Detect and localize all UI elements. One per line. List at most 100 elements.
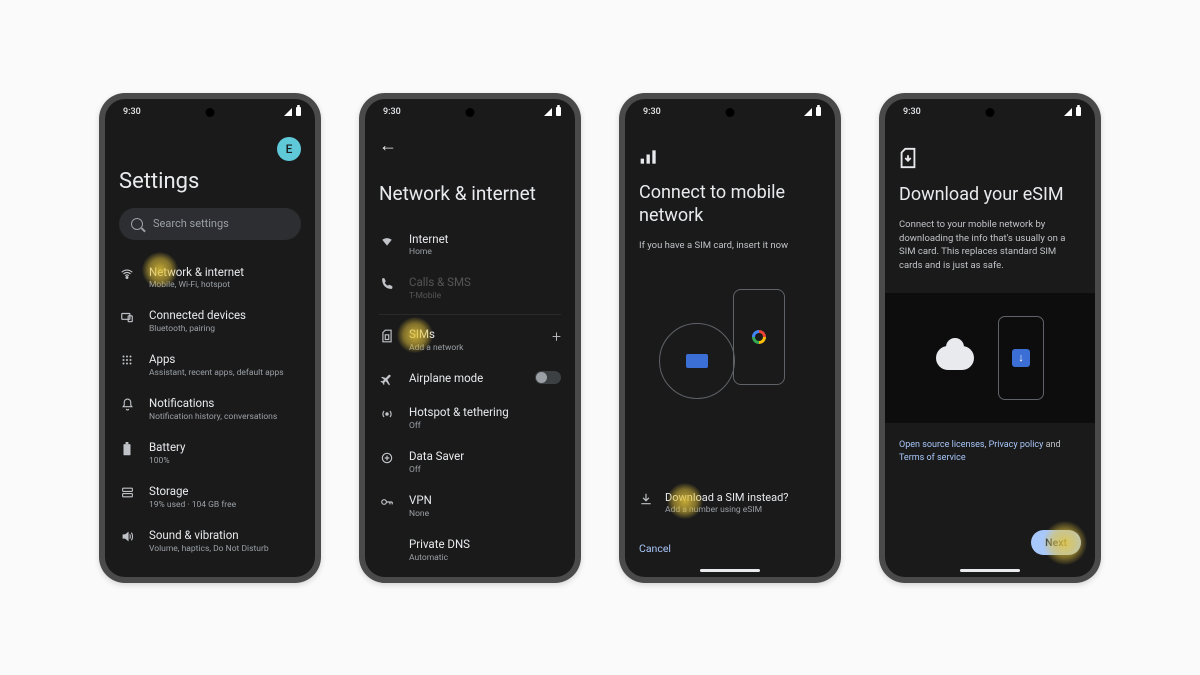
page-title: Connect to mobile network: [639, 181, 821, 228]
add-sim-button[interactable]: +: [552, 327, 561, 346]
home-indicator[interactable]: [700, 569, 760, 572]
item-sub: Automatic: [409, 553, 561, 563]
item-sub: None: [409, 509, 561, 519]
item-sub: 19% used · 104 GB free: [149, 500, 301, 510]
signal-icon: [1064, 108, 1072, 116]
phone-icon: [379, 275, 395, 290]
screen: 9:30 ← Network & internet InternetHome C…: [365, 99, 575, 577]
illustration: [655, 279, 805, 419]
page-title: Settings: [119, 169, 301, 194]
airplane-icon: [379, 371, 395, 387]
wifi-icon: [119, 265, 135, 281]
sim-icon: [379, 327, 395, 343]
screen: 9:30 Download your eSIM Connect to your …: [885, 99, 1095, 577]
link-terms[interactable]: Terms of service: [899, 453, 966, 463]
signal-icon: [804, 108, 812, 116]
download-label: Download a SIM instead?: [665, 491, 789, 504]
settings-item-battery[interactable]: Battery100%: [119, 431, 301, 475]
download-badge-icon: ↓: [1012, 349, 1030, 367]
apps-icon: [119, 352, 135, 366]
hotspot-icon: [379, 405, 395, 421]
cancel-button[interactable]: Cancel: [639, 542, 671, 555]
network-item-airplane[interactable]: Airplane mode: [379, 362, 561, 396]
network-item-vpn[interactable]: VPNNone: [379, 484, 561, 528]
clock: 9:30: [643, 107, 661, 117]
page-title: Download your eSIM: [899, 183, 1081, 206]
item-sub: Off: [409, 465, 561, 475]
item-label: Battery: [149, 440, 301, 455]
item-label: Network & internet: [149, 265, 301, 280]
network-item-adaptive[interactable]: Adaptive connectivity: [379, 572, 561, 576]
download-icon: [639, 491, 653, 506]
body-text: Connect to your mobile network by downlo…: [899, 218, 1081, 273]
network-item-internet[interactable]: InternetHome: [379, 223, 561, 267]
clock: 9:30: [123, 107, 141, 117]
search-icon: [131, 218, 143, 230]
item-label: Private DNS: [409, 537, 561, 552]
illustration: ↓: [885, 293, 1095, 423]
status-icons: [804, 107, 821, 116]
sim-download-icon: [899, 147, 1081, 169]
link-open-source[interactable]: Open source licenses: [899, 440, 985, 450]
page-title: Network & internet: [379, 182, 561, 205]
settings-item-network[interactable]: Network & internetMobile, Wi-Fi, hotspot: [119, 256, 301, 300]
item-sub: Add a network: [409, 343, 538, 353]
item-sub: Volume, haptics, Do Not Disturb: [149, 544, 301, 554]
item-label: Apps: [149, 352, 301, 367]
item-label: Notifications: [149, 396, 301, 411]
devices-icon: [119, 308, 135, 324]
item-label: Airplane mode: [409, 371, 521, 386]
item-label: Hotspot & tethering: [409, 405, 561, 420]
item-label: Internet: [409, 232, 561, 247]
wifi-icon: [379, 232, 395, 248]
profile-avatar[interactable]: E: [277, 137, 301, 161]
network-item-private-dns[interactable]: Private DNSAutomatic: [379, 528, 561, 572]
volume-icon: [119, 528, 135, 543]
item-label: Sound & vibration: [149, 528, 301, 543]
battery-icon: [296, 107, 301, 116]
body-text: If you have a SIM card, insert it now: [639, 239, 821, 253]
item-sub: Off: [409, 421, 561, 431]
storage-icon: [119, 484, 135, 499]
item-sub: T-Mobile: [409, 291, 561, 301]
battery-icon: [556, 107, 561, 116]
network-item-sims[interactable]: SIMsAdd a network +: [379, 314, 561, 362]
settings-item-connected-devices[interactable]: Connected devicesBluetooth, pairing: [119, 299, 301, 343]
network-item-hotspot[interactable]: Hotspot & tetheringOff: [379, 396, 561, 440]
item-sub: Assistant, recent apps, default apps: [149, 368, 301, 378]
item-label: Data Saver: [409, 449, 561, 464]
camera-hole: [466, 108, 475, 117]
phone-connect-mobile: 9:30 Connect to mobile network If you ha…: [619, 93, 841, 583]
next-button[interactable]: Next: [1031, 530, 1081, 555]
phone-network-internet: 9:30 ← Network & internet InternetHome C…: [359, 93, 581, 583]
item-sub: Notification history, conversations: [149, 412, 301, 422]
download-esim-row[interactable]: Download a SIM instead? Add a number usi…: [639, 491, 821, 515]
signal-icon: [544, 108, 552, 116]
sim-card-icon: [686, 354, 708, 368]
settings-item-apps[interactable]: AppsAssistant, recent apps, default apps: [119, 343, 301, 387]
link-privacy[interactable]: Privacy policy: [989, 440, 1044, 450]
search-input[interactable]: Search settings: [119, 208, 301, 240]
battery-icon: [1076, 107, 1081, 116]
settings-item-notifications[interactable]: NotificationsNotification history, conve…: [119, 387, 301, 431]
settings-item-storage[interactable]: Storage19% used · 104 GB free: [119, 475, 301, 519]
item-label: Storage: [149, 484, 301, 499]
status-icons: [1064, 107, 1081, 116]
download-sub: Add a number using eSIM: [665, 505, 789, 515]
camera-hole: [206, 108, 215, 117]
signal-icon: [284, 108, 292, 116]
item-sub: Bluetooth, pairing: [149, 324, 301, 334]
item-label: Connected devices: [149, 308, 301, 323]
clock: 9:30: [383, 107, 401, 117]
back-button[interactable]: ←: [379, 125, 561, 160]
signal-bars-icon: [639, 147, 821, 167]
item-sub: Home: [409, 247, 561, 257]
settings-item-sound[interactable]: Sound & vibrationVolume, haptics, Do Not…: [119, 519, 301, 563]
camera-hole: [726, 108, 735, 117]
google-logo-icon: [752, 330, 766, 344]
item-sub: Mobile, Wi-Fi, hotspot: [149, 280, 301, 290]
home-indicator[interactable]: [960, 569, 1020, 572]
airplane-toggle[interactable]: [535, 371, 561, 384]
network-item-data-saver[interactable]: Data SaverOff: [379, 440, 561, 484]
phone-settings: 9:30 E Settings Search settings Network …: [99, 93, 321, 583]
